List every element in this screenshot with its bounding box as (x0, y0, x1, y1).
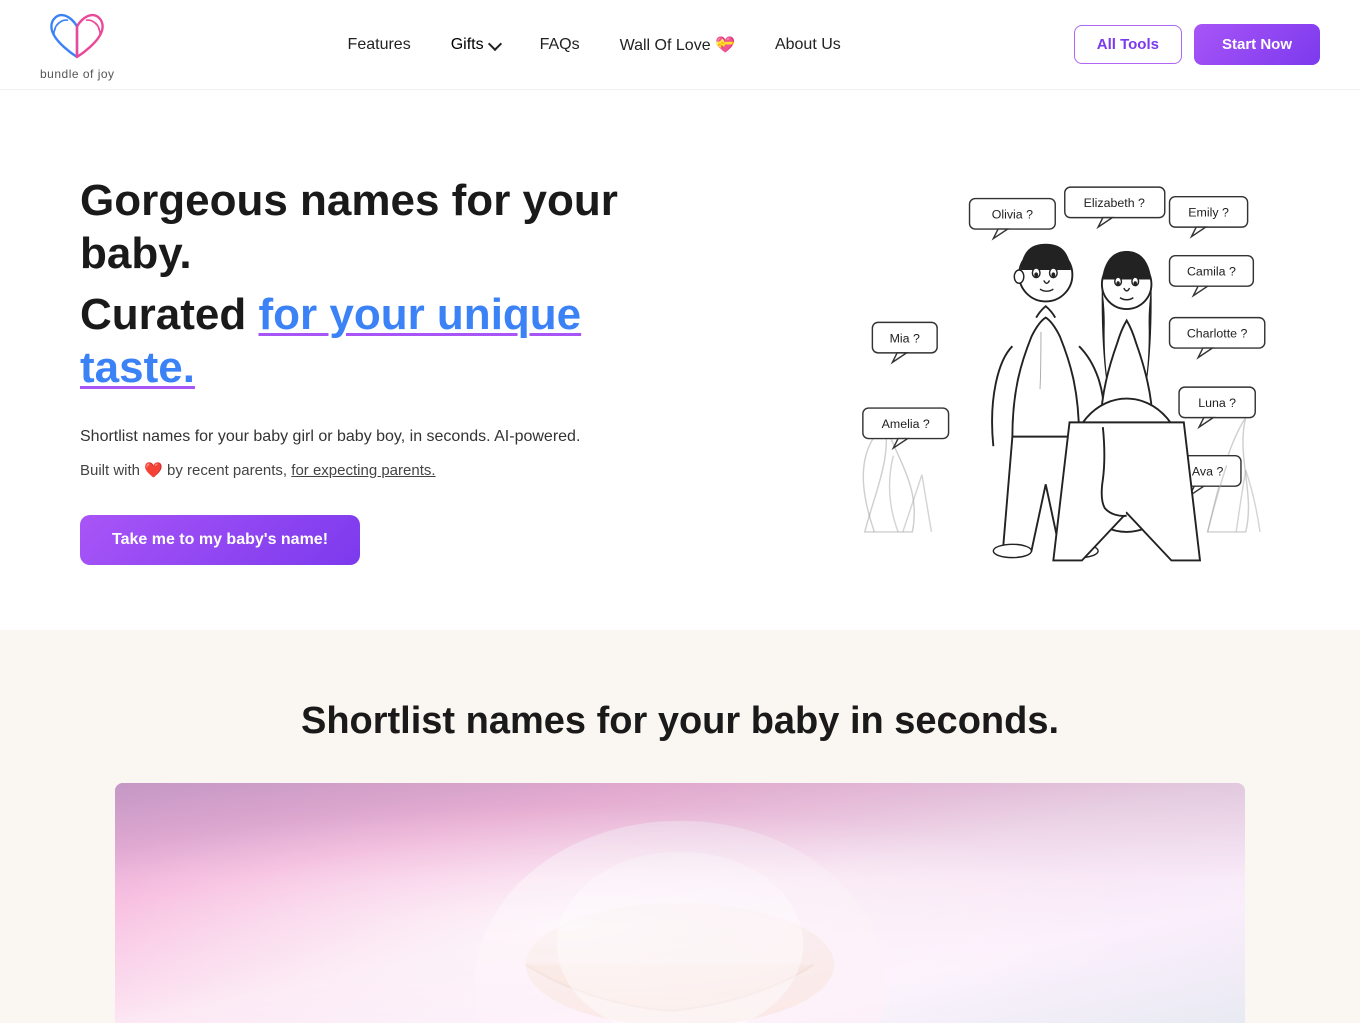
hero-description: Shortlist names for your baby girl or ba… (80, 425, 620, 449)
svg-text:Mia ?: Mia ? (890, 331, 920, 345)
nav-link-wall-of-love[interactable]: Wall Of Love 💝 (620, 37, 735, 54)
cta-button[interactable]: Take me to my baby's name! (80, 515, 360, 565)
svg-text:Emily ?: Emily ? (1188, 206, 1229, 220)
hero-content: Gorgeous names for your baby. Curated fo… (80, 175, 620, 564)
svg-text:Elizabeth ?: Elizabeth ? (1084, 196, 1145, 210)
nav-links: Features Gifts FAQs Wall Of Love 💝 About… (348, 35, 841, 55)
hero-curated-prefix: Curated (80, 290, 258, 339)
chevron-down-icon (488, 36, 502, 50)
gifts-dropdown[interactable]: Gifts (451, 36, 500, 54)
nav-link-faqs[interactable]: FAQs (540, 36, 580, 53)
baby-names-illustration: Olivia ? Elizabeth ? Emily ? Camila ? Ch… (840, 170, 1280, 570)
nav-item-about-us[interactable]: About Us (775, 36, 841, 54)
hero-built-text: Built with ❤️ by recent parents, for exp… (80, 461, 620, 479)
logo[interactable]: bundle of joy (40, 9, 115, 81)
shortlist-heading: Shortlist names for your baby in seconds… (40, 700, 1320, 743)
logo-icon (45, 9, 109, 65)
nav-item-features[interactable]: Features (348, 36, 411, 54)
shortlist-photo (115, 783, 1245, 1023)
svg-text:Charlotte ?: Charlotte ? (1187, 327, 1248, 341)
svg-text:Amelia ?: Amelia ? (882, 417, 930, 431)
nav-link-about-us[interactable]: About Us (775, 36, 841, 53)
navbar: bundle of joy Features Gifts FAQs Wall O… (0, 0, 1360, 90)
hero-section: Gorgeous names for your baby. Curated fo… (0, 90, 1360, 630)
svg-text:Camila ?: Camila ? (1187, 265, 1236, 279)
hero-built-prefix: Built with ❤️ by recent parents, (80, 462, 287, 479)
nav-link-features[interactable]: Features (348, 36, 411, 53)
hero-illustration: Olivia ? Elizabeth ? Emily ? Camila ? Ch… (840, 170, 1280, 570)
nav-actions: All Tools Start Now (1074, 24, 1320, 65)
svg-text:Ava ?: Ava ? (1192, 465, 1224, 479)
shortlist-section: Shortlist names for your baby in seconds… (0, 630, 1360, 1023)
hero-built-link[interactable]: for expecting parents. (291, 462, 435, 479)
start-now-button[interactable]: Start Now (1194, 24, 1320, 65)
svg-text:Luna ?: Luna ? (1198, 396, 1236, 410)
nav-link-gifts: Gifts (451, 36, 484, 54)
photo-overlay (115, 783, 1245, 1023)
svg-text:Olivia ?: Olivia ? (992, 208, 1033, 222)
nav-item-faqs[interactable]: FAQs (540, 36, 580, 54)
logo-text: bundle of joy (40, 67, 115, 81)
nav-item-wall-of-love[interactable]: Wall Of Love 💝 (620, 35, 735, 55)
nav-item-gifts[interactable]: Gifts (451, 36, 500, 54)
hero-title-line2: Curated for your unique taste. (80, 289, 620, 395)
hero-title-line1: Gorgeous names for your baby. (80, 175, 620, 281)
all-tools-button[interactable]: All Tools (1074, 25, 1182, 64)
